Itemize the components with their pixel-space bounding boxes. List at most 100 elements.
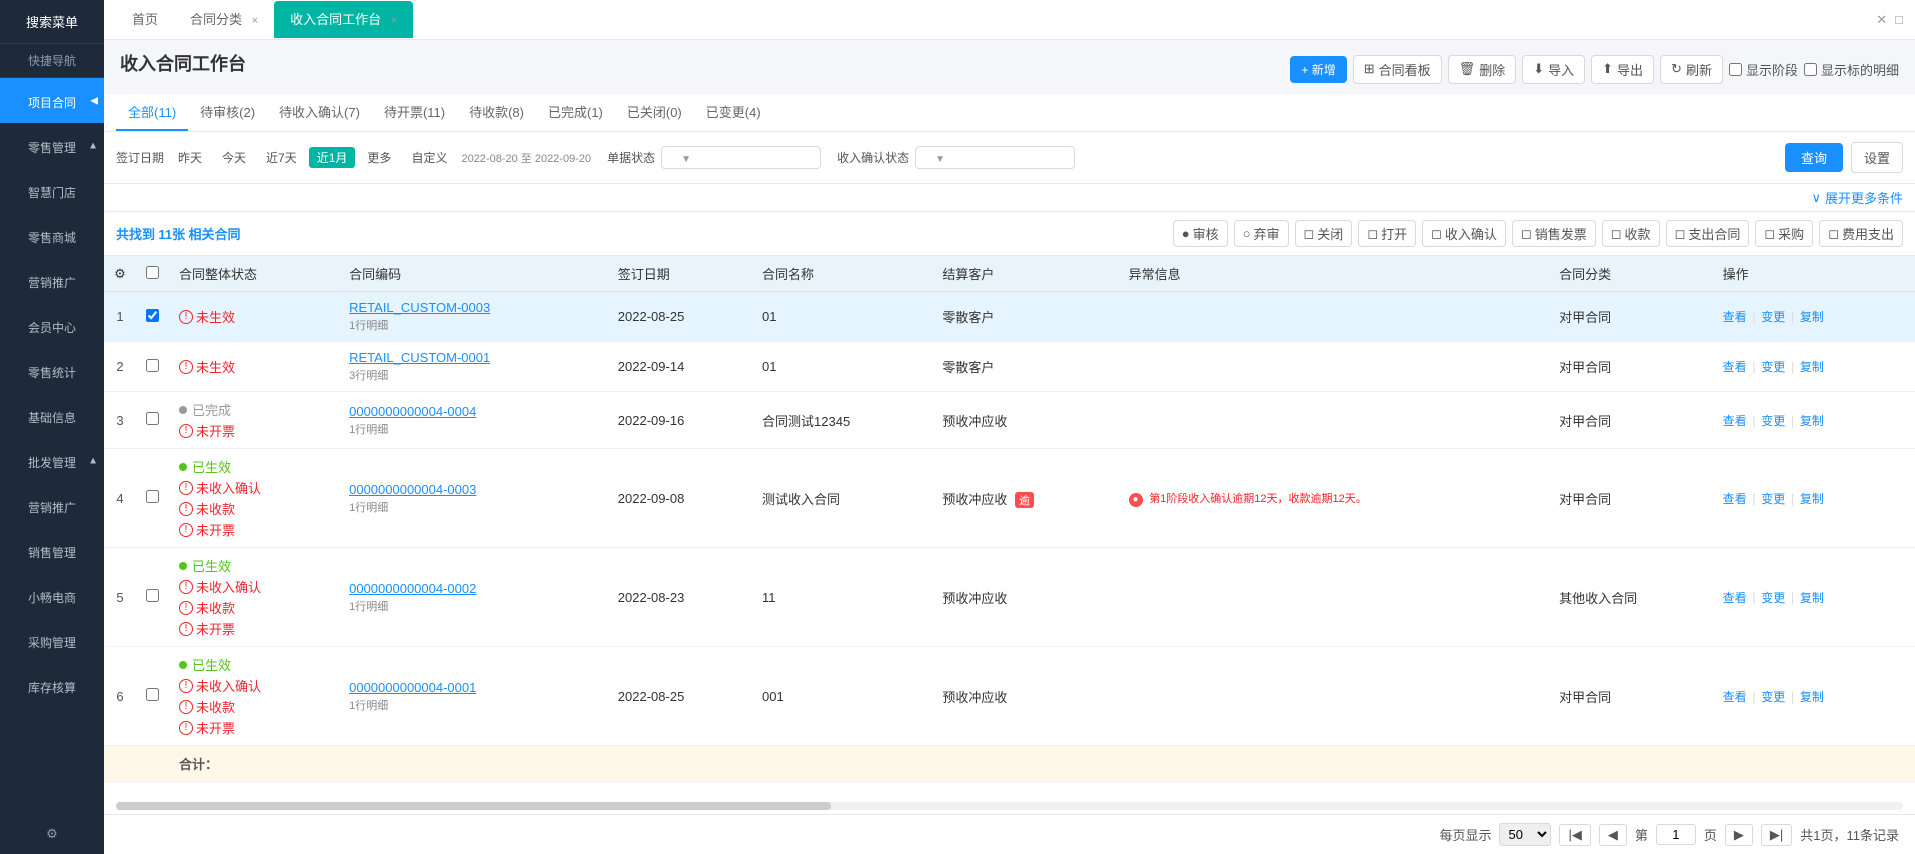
date-btn-last7[interactable]: 近7天 (258, 147, 305, 168)
copy-link[interactable]: 复制 (1800, 360, 1824, 374)
window-maximize-btn[interactable]: □ (1895, 12, 1903, 27)
row-checkbox[interactable] (136, 392, 169, 449)
review-btn[interactable]: ● 审核 (1173, 220, 1228, 247)
copy-link[interactable]: 复制 (1800, 310, 1824, 324)
sidebar-item-project[interactable]: 项目合同 ◀ (0, 78, 104, 123)
next-page-btn[interactable]: ▶ (1725, 824, 1753, 846)
filter-tab-completed[interactable]: 已完成(1) (536, 94, 615, 131)
sidebar-item-retail-mall[interactable]: 零售商城 (0, 213, 104, 258)
contract-code-link[interactable]: 0000000000004-0001 (349, 680, 598, 695)
copy-link[interactable]: 复制 (1800, 492, 1824, 506)
import-button[interactable]: ⬇ 导入 (1522, 55, 1585, 84)
view-link[interactable]: 查看 (1723, 492, 1747, 506)
edit-link[interactable]: 变更 (1761, 414, 1785, 428)
view-link[interactable]: 查看 (1723, 310, 1747, 324)
sidebar-item-member[interactable]: 会员中心 (0, 303, 104, 348)
filter-tab-pending-payment[interactable]: 待收款(8) (457, 94, 536, 131)
prev-page-btn[interactable]: ◀ (1599, 824, 1627, 846)
edit-link[interactable]: 变更 (1761, 360, 1785, 374)
show-stage-checkbox[interactable] (1729, 63, 1742, 76)
row-checkbox[interactable] (136, 342, 169, 392)
filter-tab-all[interactable]: 全部(11) (116, 94, 188, 131)
contract-code-link[interactable]: RETAIL_CUSTOM-0003 (349, 300, 598, 315)
tab-income-workbench-close[interactable]: × (391, 15, 397, 27)
last-page-btn[interactable]: ▶| (1761, 824, 1792, 846)
doc-status-select[interactable]: ▼ (661, 146, 821, 169)
sidebar-item-marketing[interactable]: 营销推广 (0, 258, 104, 303)
edit-link[interactable]: 变更 (1761, 690, 1785, 704)
sidebar-item-retail-mgmt[interactable]: 零售管理 ▲ (0, 123, 104, 168)
income-confirm-btn[interactable]: ◻ 收入确认 (1422, 220, 1506, 247)
date-btn-today[interactable]: 今天 (214, 147, 254, 168)
view-link[interactable]: 查看 (1723, 591, 1747, 605)
sidebar-quick-nav[interactable]: 快捷导航 (0, 44, 104, 78)
new-button[interactable]: + 新增 (1290, 56, 1346, 83)
filter-tab-pending-invoice[interactable]: 待开票(11) (372, 94, 457, 131)
contract-code-link[interactable]: 0000000000004-0004 (349, 404, 598, 419)
kanban-button[interactable]: ⊞ 合同看板 (1353, 55, 1442, 84)
search-button[interactable]: 查询 (1785, 143, 1843, 172)
sidebar-item-inventory[interactable]: 库存核算 (0, 663, 104, 708)
edit-link[interactable]: 变更 (1761, 492, 1785, 506)
show-flag-checkbox[interactable] (1804, 63, 1817, 76)
sidebar-item-ecommerce[interactable]: 小畅电商 (0, 573, 104, 618)
sales-invoice-btn[interactable]: ◻ 销售发票 (1512, 220, 1596, 247)
row-checkbox[interactable] (136, 292, 169, 342)
horizontal-scrollbar[interactable] (116, 802, 1903, 810)
tab-contract-category[interactable]: 合同分类 × (174, 1, 274, 38)
edit-link[interactable]: 变更 (1761, 310, 1785, 324)
edit-link[interactable]: 变更 (1761, 591, 1785, 605)
page-input[interactable] (1656, 824, 1696, 845)
sidebar-item-sales-mgmt[interactable]: 销售管理 (0, 528, 104, 573)
sidebar-item-purchase[interactable]: 采购管理 (0, 618, 104, 663)
refresh-button[interactable]: ↻ 刷新 (1660, 55, 1723, 84)
close-btn[interactable]: ◻ 关闭 (1295, 220, 1353, 247)
sidebar-item-wholesale[interactable]: 批发管理 ▲ (0, 438, 104, 483)
page-size-select[interactable]: 50 20 100 (1499, 823, 1551, 846)
window-close-btn[interactable]: ✕ (1876, 12, 1887, 28)
sidebar-settings[interactable]: ⚙ (0, 814, 104, 854)
select-all-checkbox[interactable] (146, 266, 159, 279)
sidebar-item-base-info[interactable]: 基础信息 (0, 393, 104, 438)
contract-code-link[interactable]: RETAIL_CUSTOM-0001 (349, 350, 598, 365)
date-btn-more[interactable]: 更多 (359, 147, 399, 168)
sidebar-item-retail-stats[interactable]: 零售统计 (0, 348, 104, 393)
view-link[interactable]: 查看 (1723, 414, 1747, 428)
row-checkbox[interactable] (136, 548, 169, 647)
scrollbar-thumb[interactable] (116, 802, 831, 810)
sidebar-item-smart-store[interactable]: 智慧门店 (0, 168, 104, 213)
tab-income-workbench[interactable]: 收入合同工作台 × (274, 1, 413, 38)
sidebar-item-marketing2[interactable]: 营销推广 (0, 483, 104, 528)
filter-tab-closed[interactable]: 已关闭(0) (615, 94, 694, 131)
copy-link[interactable]: 复制 (1800, 690, 1824, 704)
col-checkbox[interactable] (136, 256, 169, 292)
filter-setting-button[interactable]: 设置 (1851, 142, 1903, 173)
date-btn-yesterday[interactable]: 昨天 (170, 147, 210, 168)
expand-conditions-btn[interactable]: ∨ 展开更多条件 (1811, 188, 1903, 207)
contract-code-link[interactable]: 0000000000004-0002 (349, 581, 598, 596)
col-settings[interactable]: ⚙ (104, 256, 136, 292)
date-btn-last1month[interactable]: 近1月 (309, 147, 356, 168)
open-btn[interactable]: ◻ 打开 (1358, 220, 1416, 247)
contract-code-link[interactable]: 0000000000004-0003 (349, 482, 598, 497)
date-btn-custom[interactable]: 自定义 (403, 147, 455, 168)
tab-contract-category-close[interactable]: × (252, 15, 258, 27)
abandon-btn[interactable]: ○ 弃审 (1234, 220, 1289, 247)
expense-btn[interactable]: ◻ 费用支出 (1819, 220, 1903, 247)
first-page-btn[interactable]: |◀ (1559, 824, 1590, 846)
delete-button[interactable]: 🗑 删除 (1448, 55, 1517, 84)
tab-home[interactable]: 首页 (116, 1, 174, 38)
purchase-btn[interactable]: ◻ 采购 (1755, 220, 1813, 247)
copy-link[interactable]: 复制 (1800, 591, 1824, 605)
export-button[interactable]: ⬆ 导出 (1591, 55, 1654, 84)
view-link[interactable]: 查看 (1723, 690, 1747, 704)
sidebar-search[interactable]: 搜索菜单 (0, 0, 104, 44)
show-stage-check[interactable]: 显示阶段 (1729, 60, 1798, 79)
out-contract-btn[interactable]: ◻ 支出合同 (1666, 220, 1750, 247)
payment-btn[interactable]: ◻ 收款 (1602, 220, 1660, 247)
income-confirm-select[interactable]: ▼ (915, 146, 1075, 169)
row-checkbox[interactable] (136, 449, 169, 548)
filter-tab-pending-confirm[interactable]: 待收入确认(7) (267, 94, 372, 131)
copy-link[interactable]: 复制 (1800, 414, 1824, 428)
filter-tab-pending-review[interactable]: 待审核(2) (188, 94, 267, 131)
